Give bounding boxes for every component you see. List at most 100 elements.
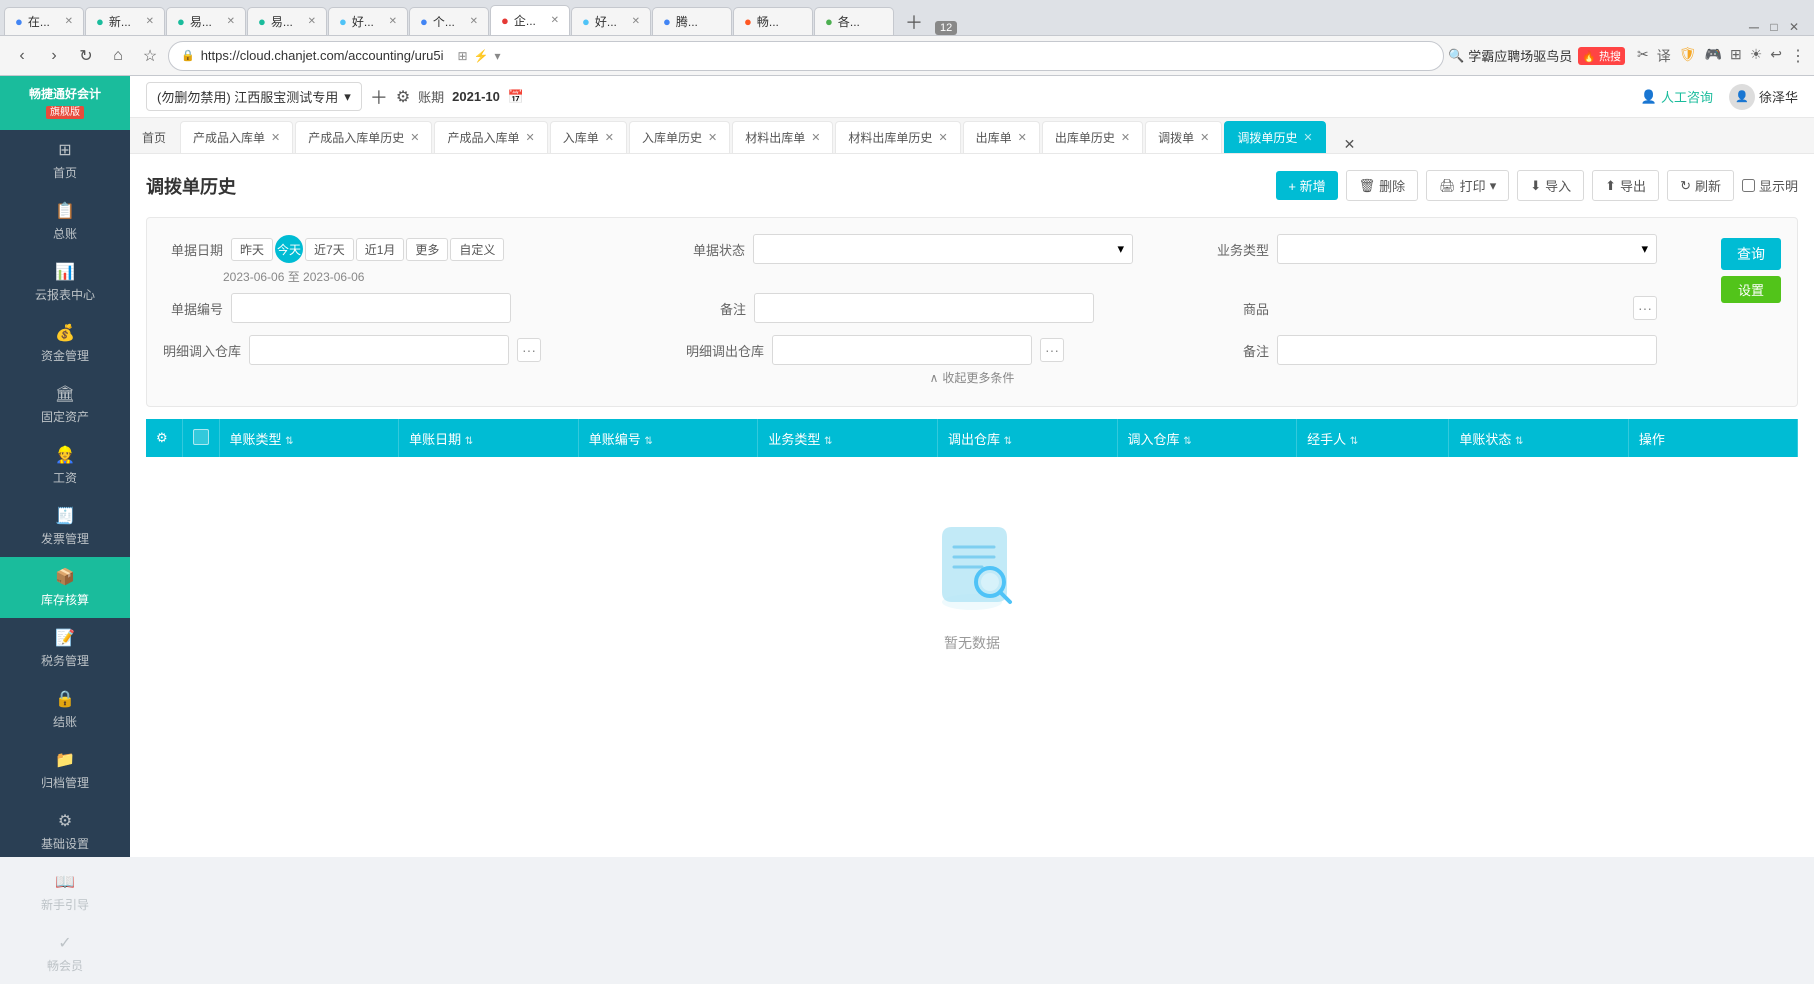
page-tab-material-out-history[interactable]: 材料出库单历史 ✕ [835, 121, 960, 153]
remark2-input[interactable] [1277, 335, 1657, 365]
sidebar-item-archive[interactable]: 📁 归档管理 [0, 740, 130, 801]
refresh-btn[interactable]: ↻ 刷新 [1667, 170, 1734, 201]
nav-refresh-btn[interactable]: ↻ [72, 42, 100, 70]
page-tab-product-in2[interactable]: 产成品入库单 ✕ [434, 121, 547, 153]
window-minimize-btn[interactable]: ─ [1746, 19, 1762, 35]
date-custom-btn[interactable]: 自定义 [450, 238, 504, 261]
col-doc-date[interactable]: 单账日期 ⇅ [399, 419, 579, 457]
settings-btn[interactable]: 设置 [1721, 276, 1781, 303]
browser-tab-close[interactable]: ✕ [470, 16, 478, 27]
page-tab-close-icon[interactable]: ✕ [1018, 131, 1027, 144]
browser-tab-close[interactable]: ✕ [65, 16, 73, 27]
col-biz-type[interactable]: 业务类型 ⇅ [758, 419, 938, 457]
user-service-btn[interactable]: 👤 人工咨询 [1641, 87, 1713, 106]
calendar-icon[interactable]: 📅 [508, 89, 524, 105]
sidebar-item-ledger[interactable]: 📋 总账 [0, 191, 130, 252]
page-tab-home[interactable]: 首页 [130, 121, 178, 153]
page-close-all-btn[interactable]: ✕ [1336, 136, 1364, 153]
sidebar-item-settings[interactable]: ⚙ 基础设置 [0, 801, 130, 862]
doc-number-input[interactable] [231, 293, 511, 323]
page-tab-close-icon[interactable]: ✕ [708, 131, 717, 144]
sidebar-item-inventory[interactable]: 📦 库存核算 [0, 557, 130, 618]
window-maximize-btn[interactable]: □ [1766, 19, 1782, 35]
page-tab-product-in-history[interactable]: 产成品入库单历史 ✕ [295, 121, 432, 153]
browser-tab[interactable]: ● 易... ✕ [166, 7, 246, 35]
window-close-btn[interactable]: ✕ [1786, 19, 1802, 35]
table-checkbox-header[interactable] [182, 419, 219, 457]
status-select[interactable]: ▾ [753, 234, 1133, 264]
page-tab-transfer-history[interactable]: 调拨单历史 ✕ [1224, 121, 1325, 153]
add-company-btn[interactable]: ＋ [370, 84, 388, 110]
browser-tab-close[interactable]: ✕ [632, 16, 640, 27]
date-more-btn[interactable]: 更多 [406, 238, 448, 261]
page-tab-close-icon[interactable]: ✕ [605, 131, 614, 144]
col-doc-status[interactable]: 单账状态 ⇅ [1449, 419, 1629, 457]
page-tab-close-icon[interactable]: ✕ [410, 131, 419, 144]
browser-tab[interactable]: ● 好... ✕ [571, 7, 651, 35]
browser-tab-active[interactable]: ● 企... ✕ [490, 5, 570, 35]
page-tab-in-history[interactable]: 入库单历史 ✕ [629, 121, 730, 153]
browser-tab[interactable]: ● 畅... [733, 7, 813, 35]
warehouse-out-input[interactable] [772, 335, 1032, 365]
export-btn[interactable]: ⬆ 导出 [1592, 170, 1659, 201]
user-profile-btn[interactable]: 👤 徐泽华 [1729, 84, 1798, 110]
col-transfer-in[interactable]: 调入仓库 ⇅ [1117, 419, 1297, 457]
page-tab-in[interactable]: 入库单 ✕ [550, 121, 627, 153]
warehouse-in-more-btn[interactable]: ··· [517, 338, 541, 362]
page-tab-out[interactable]: 出库单 ✕ [963, 121, 1040, 153]
delete-btn[interactable]: 🗑 删除 [1346, 170, 1419, 201]
sidebar-item-capital[interactable]: 💰 资金管理 [0, 313, 130, 374]
sidebar-item-closing[interactable]: 🔒 结账 [0, 679, 130, 740]
col-doc-type[interactable]: 单账类型 ⇅ [219, 419, 399, 457]
page-tab-out-history[interactable]: 出库单历史 ✕ [1042, 121, 1143, 153]
browser-tab[interactable]: ● 好... ✕ [328, 7, 408, 35]
browser-tab[interactable]: ● 新... ✕ [85, 7, 165, 35]
col-transfer-out[interactable]: 调出仓库 ⇅ [937, 419, 1117, 457]
page-tab-close-icon[interactable]: ✕ [271, 131, 280, 144]
page-tab-product-in[interactable]: 产成品入库单 ✕ [180, 121, 293, 153]
browser-tab-close[interactable]: ✕ [389, 16, 397, 27]
warehouse-in-input[interactable] [249, 335, 509, 365]
date-1month-btn[interactable]: 近1月 [356, 238, 405, 261]
page-tab-material-out[interactable]: 材料出库单 ✕ [732, 121, 833, 153]
sidebar-item-reports[interactable]: 📊 云报表中心 [0, 252, 130, 313]
address-bar[interactable]: 🔒 https://cloud.chanjet.com/accounting/u… [168, 41, 1444, 71]
goods-select[interactable]: ··· [1277, 296, 1657, 320]
col-handler[interactable]: 经手人 ⇅ [1297, 419, 1449, 457]
browser-tab[interactable]: ● 在... ✕ [4, 7, 84, 35]
page-tab-close-icon[interactable]: ✕ [1121, 131, 1130, 144]
browser-tab[interactable]: ● 腾... [652, 7, 732, 35]
collapse-filter-btn[interactable]: ∧ 收起更多条件 [930, 369, 1015, 386]
tab-add-button[interactable]: ＋ [895, 9, 933, 35]
nav-back-btn[interactable]: ‹ [8, 42, 36, 70]
company-settings-btn[interactable]: ⚙ [396, 87, 410, 107]
biz-type-select[interactable]: ▾ [1277, 234, 1657, 264]
browser-tab[interactable]: ● 各... [814, 7, 894, 35]
table-gear-header[interactable]: ⚙ [146, 419, 182, 457]
nav-forward-btn[interactable]: › [40, 42, 68, 70]
print-btn[interactable]: 🖨 打印 ▾ [1426, 170, 1509, 201]
browser-tab-close[interactable]: ✕ [551, 15, 559, 26]
sidebar-item-invoice[interactable]: 🧾 发票管理 [0, 496, 130, 557]
browser-tab[interactable]: ● 个... ✕ [409, 7, 489, 35]
import-btn[interactable]: ⬇ 导入 [1517, 170, 1584, 201]
query-btn[interactable]: 查询 [1721, 238, 1781, 270]
page-tab-close-icon[interactable]: ✕ [526, 131, 535, 144]
col-doc-number[interactable]: 单账编号 ⇅ [578, 419, 758, 457]
new-btn[interactable]: + 新增 [1276, 171, 1337, 200]
nav-favorite-btn[interactable]: ☆ [136, 42, 164, 70]
page-tab-close-icon[interactable]: ✕ [811, 131, 820, 144]
show-all-checkbox[interactable] [1742, 179, 1755, 192]
browser-tab[interactable]: ● 易... ✕ [247, 7, 327, 35]
date-today-btn[interactable]: 今天 [275, 235, 303, 263]
nav-home-btn[interactable]: ⌂ [104, 42, 132, 70]
date-7days-btn[interactable]: 近7天 [305, 238, 354, 261]
sidebar-item-guide[interactable]: 📖 新手引导 [0, 862, 130, 923]
company-selector[interactable]: (勿删勿禁用) 江西服宝测试专用 ▾ [146, 82, 362, 111]
show-all-checkbox-label[interactable]: 显示明 [1742, 176, 1798, 195]
select-all-checkbox[interactable] [193, 429, 209, 445]
page-tab-close-icon[interactable]: ✕ [1303, 131, 1312, 144]
browser-tab-close[interactable]: ✕ [308, 16, 316, 27]
sidebar-item-salary[interactable]: 👷 工资 [0, 435, 130, 496]
page-tab-close-icon[interactable]: ✕ [1200, 131, 1209, 144]
